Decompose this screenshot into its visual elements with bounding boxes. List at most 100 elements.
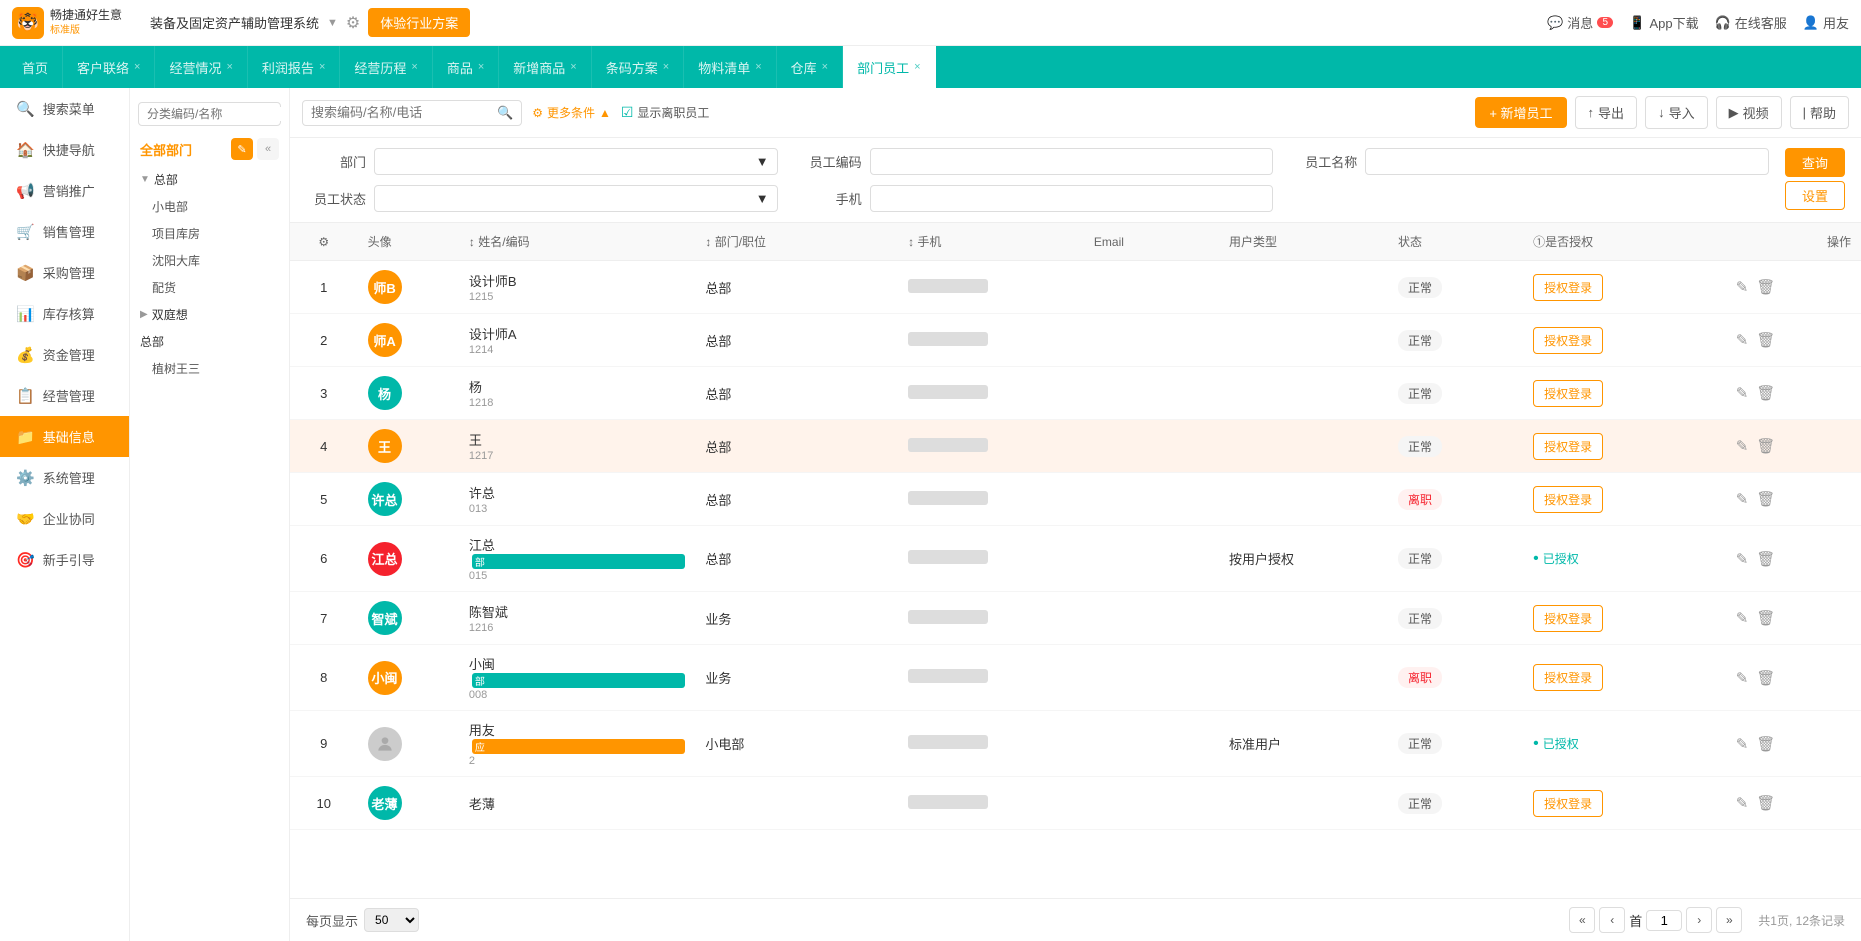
sidebar-item-sales[interactable]: 🛒 销售管理 [0,211,129,252]
sidebar-item-basic-info[interactable]: 📁 基础信息 [0,416,129,457]
dept-search-input[interactable] [147,107,290,121]
online-service-item[interactable]: 🎧 在线客服 [1715,13,1787,32]
edit-icon[interactable]: ✎ [1736,384,1749,402]
import-button[interactable]: ↓ 导入 [1645,96,1708,129]
auth-button[interactable]: 授权登录 [1533,433,1603,460]
delete-icon[interactable]: 🗑 [1756,331,1775,349]
auth-button[interactable]: 授权登录 [1533,274,1603,301]
trial-button[interactable]: 体验行业方案 [368,8,470,37]
close-barcode-tab[interactable]: × [663,61,669,73]
delete-icon[interactable]: 🗑 [1756,437,1775,455]
close-ops-tab[interactable]: × [226,61,232,73]
dept-node-delivery[interactable]: 配货 [130,274,289,301]
show-resigned-toggle[interactable]: ☑ 显示离职员工 [621,104,710,121]
dept-tree-collapse-icon[interactable]: « [257,138,279,160]
query-button[interactable]: 查询 [1785,148,1845,177]
th-name[interactable]: ↕ 姓名/编码 [459,223,695,261]
delete-icon[interactable]: 🗑 [1756,384,1775,402]
close-profit-tab[interactable]: × [319,61,325,73]
auth-button[interactable]: 授权登录 [1533,605,1603,632]
help-button[interactable]: | 帮助 [1790,96,1849,129]
tab-operations[interactable]: 经营情况 × [155,46,247,88]
delete-icon[interactable]: 🗑 [1756,609,1775,627]
sidebar-item-quicknav[interactable]: 🏠 快捷导航 [0,129,129,170]
phone-input[interactable] [870,185,1274,212]
dept-node-small-elec[interactable]: 小电部 [130,193,289,220]
search-icon-btn[interactable]: 🔍 [497,105,513,121]
sidebar-item-purchase[interactable]: 📦 采购管理 [0,252,129,293]
per-page-select[interactable]: 50 20 100 [364,908,419,932]
th-settings[interactable]: ⚙ [290,223,358,261]
settings-icon[interactable]: ⚙ [346,13,360,33]
sidebar-item-inventory[interactable]: 📊 库存核算 [0,293,129,334]
last-page-btn[interactable]: » [1716,907,1742,933]
delete-icon[interactable]: 🗑 [1756,550,1775,568]
close-customer-tab[interactable]: × [134,61,140,73]
dept-node-project-room[interactable]: 项目库房 [130,220,289,247]
message-item[interactable]: 💬 消息 5 [1547,13,1613,32]
dept-node-plant-king[interactable]: 植树王三 [130,355,289,382]
more-filter-btn[interactable]: ⚙ 更多条件 ▲ [532,104,611,121]
dept-node-shenyang[interactable]: 沈阳大库 [130,247,289,274]
edit-icon[interactable]: ✎ [1736,609,1749,627]
first-page-btn[interactable]: « [1569,907,1595,933]
delete-icon[interactable]: 🗑 [1756,735,1775,753]
tab-goods[interactable]: 商品 × [433,46,499,88]
auth-button[interactable]: 授权登录 [1533,486,1603,513]
sidebar-item-enterprise[interactable]: 🤝 企业协同 [0,498,129,539]
prev-page-btn[interactable]: ‹ [1599,907,1625,933]
auth-button[interactable]: 授权登录 [1533,327,1603,354]
th-phone[interactable]: ↕ 手机 [898,223,1084,261]
delete-icon[interactable]: 🗑 [1756,278,1775,296]
edit-icon[interactable]: ✎ [1736,735,1749,753]
status-select[interactable]: ▼ [374,185,778,212]
dept-node-double-dream[interactable]: ▶ 双庭想 [130,301,289,328]
tab-warehouse[interactable]: 仓库 × [777,46,843,88]
sidebar-item-guide[interactable]: 🎯 新手引导 [0,539,129,580]
edit-icon[interactable]: ✎ [1736,437,1749,455]
user-item[interactable]: 👤 用友 [1803,13,1849,32]
emp-code-input[interactable] [870,148,1274,175]
sidebar-item-system[interactable]: ⚙️ 系统管理 [0,457,129,498]
tab-home[interactable]: 首页 [8,46,63,88]
close-addgoods-tab[interactable]: × [570,61,576,73]
add-employee-button[interactable]: + 新增员工 [1475,97,1566,128]
auth-button[interactable]: 授权登录 [1533,790,1603,817]
tab-customer[interactable]: 客户联络 × [63,46,155,88]
edit-icon[interactable]: ✎ [1736,331,1749,349]
tab-profit[interactable]: 利润报告 × [248,46,340,88]
sidebar-item-marketing[interactable]: 📢 营销推广 [0,170,129,211]
edit-icon[interactable]: ✎ [1736,669,1749,687]
tab-bom[interactable]: 物料清单 × [684,46,776,88]
close-warehouse-tab[interactable]: × [822,61,828,73]
th-dept[interactable]: ↕ 部门/职位 [695,223,898,261]
close-goods-tab[interactable]: × [478,61,484,73]
auth-button[interactable]: 授权登录 [1533,664,1603,691]
delete-icon[interactable]: 🗑 [1756,669,1775,687]
set-button[interactable]: 设置 [1785,181,1845,210]
close-history-tab[interactable]: × [411,61,417,73]
tab-history[interactable]: 经营历程 × [340,46,432,88]
page-input[interactable] [1646,910,1682,931]
app-download-item[interactable]: 📱 App下载 [1629,13,1698,32]
sidebar-item-operations[interactable]: 📋 经营管理 [0,375,129,416]
auth-button[interactable]: 授权登录 [1533,380,1603,407]
close-bom-tab[interactable]: × [755,61,761,73]
edit-icon[interactable]: ✎ [1736,490,1749,508]
system-title-dropdown[interactable]: ▼ [327,17,338,29]
dept-tree-edit-icon[interactable]: ✎ [231,138,253,160]
export-button[interactable]: ↑ 导出 [1575,96,1638,129]
search-input[interactable] [311,105,491,120]
close-deptstaff-tab[interactable]: × [914,61,920,73]
tab-barcode[interactable]: 条码方案 × [592,46,684,88]
tab-dept-staff[interactable]: 部门员工 × [843,46,935,88]
edit-icon[interactable]: ✎ [1736,278,1749,296]
dept-node-general[interactable]: ▼ 总部 [130,166,289,193]
tab-add-goods[interactable]: 新增商品 × [499,46,591,88]
next-page-btn[interactable]: › [1686,907,1712,933]
emp-name-input[interactable] [1365,148,1769,175]
edit-icon[interactable]: ✎ [1736,550,1749,568]
sidebar-item-finance[interactable]: 💰 资金管理 [0,334,129,375]
view-button[interactable]: ▶ 视频 [1716,96,1782,129]
sidebar-item-search[interactable]: 🔍 搜索菜单 [0,88,129,129]
